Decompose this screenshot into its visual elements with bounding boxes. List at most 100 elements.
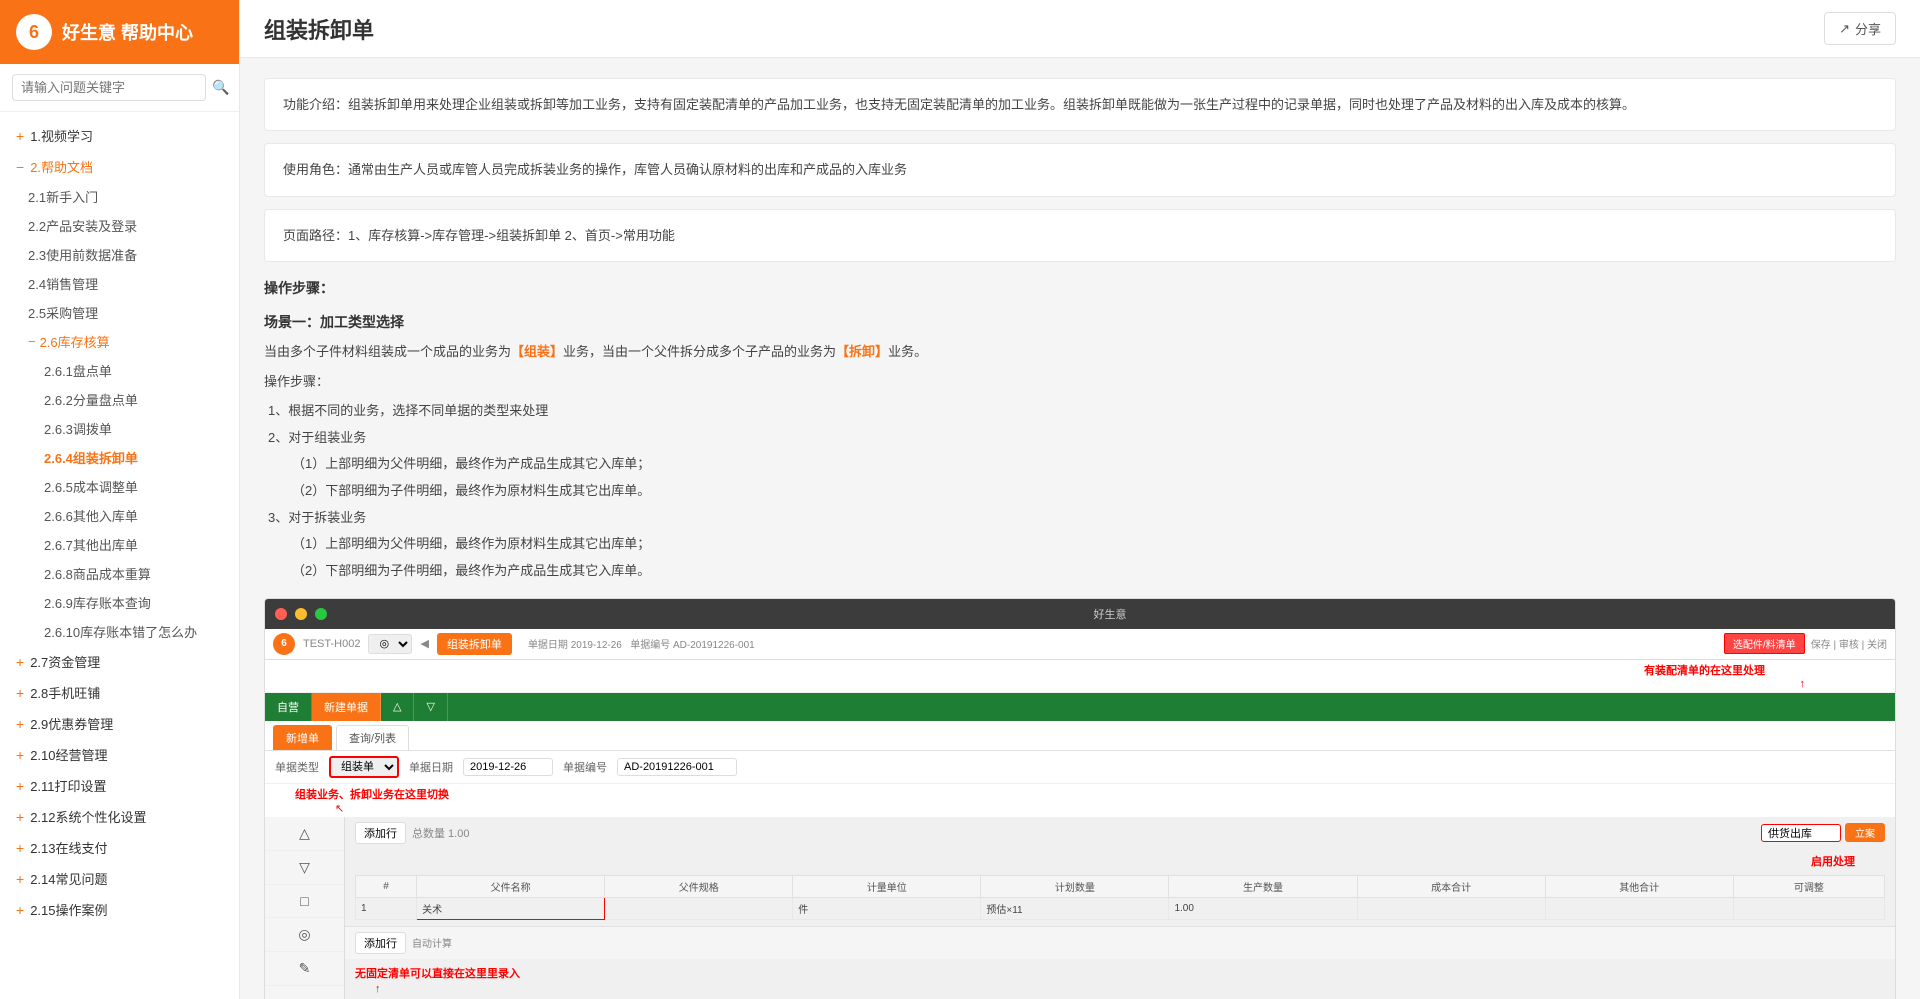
content-area: 功能介绍：组装拆卸单用来处理企业组装或拆卸等加工业务，支持有固定装配清单的产品加… (240, 58, 1920, 999)
annotation-bar1: 有装配清单的在这里处理 ↑ (265, 660, 1895, 693)
toolbar-date: 单据日期 2019-12-26 单据编号 AD-20191226-001 (528, 636, 755, 651)
intro-block: 功能介绍：组装拆卸单用来处理企业组装或拆卸等加工业务，支持有固定装配清单的产品加… (264, 78, 1896, 131)
nav-item-home[interactable]: 自营 (265, 693, 312, 721)
sidebar-item-212[interactable]: + 2.12系统个性化设置 (0, 801, 239, 832)
sidebar-item-262[interactable]: 2.6.2分量盘点单 (0, 385, 239, 414)
type-label: 单据类型 (275, 759, 319, 775)
row-count: 总数量 1.00 (412, 825, 469, 841)
sidebar-item-214[interactable]: + 2.14常见问题 (0, 863, 239, 894)
date-input[interactable] (463, 758, 553, 776)
side-icon-3[interactable]: □ (265, 885, 344, 918)
chrome-minimize (295, 608, 307, 620)
sidebar-item-26[interactable]: − 2.6库存核算 (0, 327, 239, 356)
share-button[interactable]: ↗ 分享 (1824, 12, 1896, 45)
side-icon-2[interactable]: ▽ (265, 851, 344, 885)
sidebar-item-22[interactable]: 2.2产品安装及登录 (0, 211, 239, 240)
tab-new[interactable]: 新增单 (273, 725, 332, 750)
annotation-arrow4: ↑ (345, 983, 1895, 995)
sidebar-item-215[interactable]: + 2.15操作案例 (0, 894, 239, 925)
sidebar-item-267[interactable]: 2.6.7其他出库单 (0, 530, 239, 559)
step1: 1、根据不同的业务，选择不同单据的类型来处理 (268, 399, 1896, 424)
bottom-table: # 子件名称 规格型号 计划数量 实际用量 单位 成本单价 成本金额 数量合计 (345, 995, 1895, 999)
search-box: 🔍 (0, 64, 239, 112)
row-plan-qty: 预估×11 (981, 897, 1169, 919)
annotation-text3: 启用处理 (345, 853, 1895, 869)
annotation-text4: 无固定清单可以直接在这里里录入 (345, 963, 1895, 983)
search-input[interactable] (12, 74, 206, 101)
prev-icon[interactable]: ◀ (420, 637, 428, 650)
sidebar-item-211[interactable]: + 2.11打印设置 (0, 770, 239, 801)
expand-icon: + (16, 128, 24, 144)
sidebar-item-docs[interactable]: − 2.帮助文档 (0, 151, 239, 182)
side-icon-5[interactable]: ✎ (265, 952, 344, 986)
collapse-icon: − (16, 159, 24, 175)
row-cost-total (1357, 897, 1545, 919)
sidebar-item-28[interactable]: + 2.8手机旺铺 (0, 677, 239, 708)
toolbar-id: TEST-H002 (303, 638, 360, 650)
nav-item-up[interactable]: △ (381, 693, 414, 721)
sidebar-item-210[interactable]: + 2.10经营管理 (0, 739, 239, 770)
screenshot-wrapper: 好生意 6 TEST-H002 ◎ ◀ 组装拆卸单 单据日期 2019-12-2… (264, 598, 1896, 999)
sidebar-item-21[interactable]: 2.1新手入门 (0, 182, 239, 211)
app-toolbar: 6 TEST-H002 ◎ ◀ 组装拆卸单 单据日期 2019-12-26 单据… (265, 629, 1895, 660)
scene1-ops-title: 操作步骤： (264, 370, 1896, 393)
main-area: 组装拆卸单 ↗ 分享 功能介绍：组装拆卸单用来处理企业组装或拆卸等加工业务，支持… (240, 0, 1920, 999)
type-select[interactable]: 组装单 拆卸单 (329, 756, 399, 778)
nav-tree: + 1.视频学习 − 2.帮助文档 2.1新手入门 2.2产品安装及登录 2.3… (0, 112, 239, 999)
nav-item-down[interactable]: ▽ (414, 693, 447, 721)
row-prod-qty: 1.00 (1169, 897, 1357, 919)
top-table-toolbar: 添加行 总数量 1.00 立案 (345, 817, 1895, 849)
tab-list[interactable]: 查询/列表 (336, 725, 409, 750)
chrome-url: 好生意 (335, 606, 1885, 622)
row-spec (605, 897, 793, 919)
search-icon[interactable]: 🔍 (212, 79, 229, 96)
expand-icon: + (16, 871, 24, 887)
toolbar-select[interactable]: ◎ (368, 634, 412, 654)
sidebar-item-29[interactable]: + 2.9优惠券管理 (0, 708, 239, 739)
app-title: 好生意 帮助中心 (62, 19, 193, 45)
enable-input[interactable] (1761, 824, 1841, 842)
parent-table: # 父件名称 父件规格 计量单位 计划数量 生产数量 成本合计 其他合计 可调整 (355, 875, 1885, 920)
annotation-text1: 有装配清单的在这里处理 (275, 662, 1885, 678)
add-row-btn[interactable]: 添加行 (355, 822, 406, 844)
sidebar-item-24[interactable]: 2.4销售管理 (0, 269, 239, 298)
chrome-maximize (315, 608, 327, 620)
sidebar-header: 6 好生意 帮助中心 (0, 0, 239, 64)
sidebar-item-2610[interactable]: 2.6.10库存账本错了怎么办 (0, 617, 239, 646)
sidebar-item-213[interactable]: + 2.13在线支付 (0, 832, 239, 863)
sidebar-item-264[interactable]: 2.6.4组装拆卸单 (0, 443, 239, 472)
toolbar-new-btn[interactable]: 组装拆卸单 (437, 633, 512, 655)
sidebar-item-videos[interactable]: + 1.视频学习 (0, 120, 239, 151)
chrome-close (275, 608, 287, 620)
steps-section: 操作步骤： 场景一：加工类型选择 当由多个子件材料组装成一个成品的业务为【组装】… (264, 274, 1896, 999)
main-table-area: △ ▽ □ ◎ ✎ 添加行 总数量 1.00 (265, 817, 1895, 999)
toolbar-action-btns: 保存 | 审核 | 关闭 (1811, 636, 1887, 651)
sidebar-item-265[interactable]: 2.6.5成本调整单 (0, 472, 239, 501)
apply-btn[interactable]: 立案 (1845, 823, 1885, 842)
sidebar-item-268[interactable]: 2.6.8商品成本重算 (0, 559, 239, 588)
th-spec: 父件规格 (605, 875, 793, 897)
sidebar-item-263[interactable]: 2.6.3调拨单 (0, 414, 239, 443)
sidebar-item-261[interactable]: 2.6.1盘点单 (0, 356, 239, 385)
th-unit: 计量单位 (793, 875, 981, 897)
row-adjustable (1733, 897, 1884, 919)
side-icon-4[interactable]: ◎ (265, 918, 344, 952)
sidebar-item-25[interactable]: 2.5采购管理 (0, 298, 239, 327)
side-icons: △ ▽ □ ◎ ✎ (265, 817, 345, 999)
role-text: 使用角色：通常由生产人员或库管人员完成拆装业务的操作，库管人员确认原材料的出库和… (283, 162, 907, 177)
sidebar-item-266[interactable]: 2.6.6其他入库单 (0, 501, 239, 530)
nav-item-new[interactable]: 新建单据 (312, 693, 381, 721)
row-other-total (1545, 897, 1733, 919)
bottom-table-toolbar: 添加行 自动计算 (345, 926, 1895, 959)
sidebar-item-269[interactable]: 2.6.9库存账本查询 (0, 588, 239, 617)
expand-icon: + (16, 840, 24, 856)
th-num: # (356, 875, 417, 897)
sidebar-item-23[interactable]: 2.3使用前数据准备 (0, 240, 239, 269)
assembly-no-input[interactable] (617, 758, 737, 776)
sidebar-item-label: 2.帮助文档 (30, 157, 93, 176)
th-other-total: 其他合计 (1545, 875, 1733, 897)
sidebar-item-27[interactable]: + 2.7资金管理 (0, 646, 239, 677)
th-cost-total: 成本合计 (1357, 875, 1545, 897)
add-child-row-btn[interactable]: 添加行 (355, 932, 406, 954)
side-icon-1[interactable]: △ (265, 817, 344, 851)
